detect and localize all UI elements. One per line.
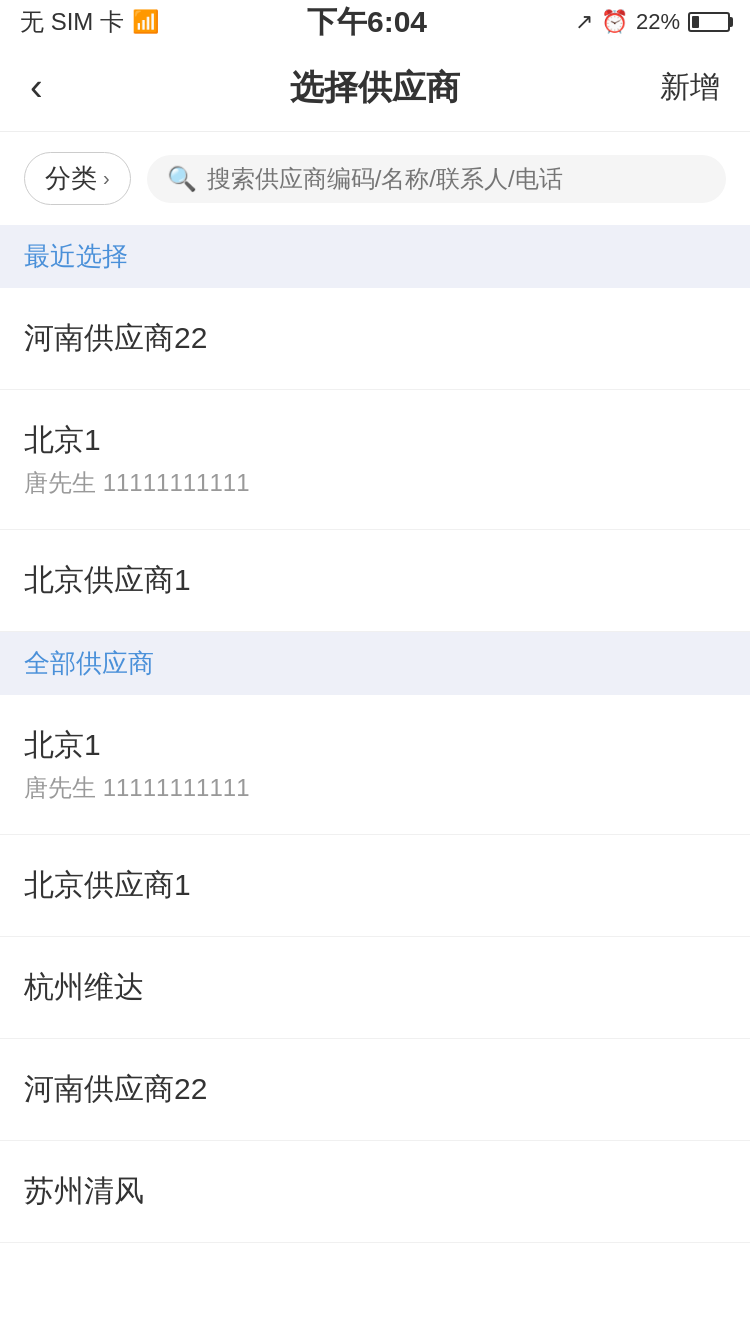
battery-icon <box>688 12 730 32</box>
all-section-header: 全部供应商 <box>0 632 750 695</box>
sim-text: 无 SIM 卡 <box>20 6 124 38</box>
item-name: 苏州清风 <box>24 1171 726 1212</box>
list-item[interactable]: 北京1 唐先生 11111111111 <box>0 390 750 530</box>
item-sub: 唐先生 11111111111 <box>24 772 726 804</box>
chevron-right-icon: › <box>103 167 110 190</box>
back-button[interactable]: ‹ <box>30 66 90 109</box>
battery-text: 22% <box>636 9 680 35</box>
list-item[interactable]: 苏州清风 <box>0 1141 750 1243</box>
recent-list: 河南供应商22 北京1 唐先生 11111111111 北京供应商1 <box>0 288 750 632</box>
item-sub: 唐先生 11111111111 <box>24 467 726 499</box>
item-name: 河南供应商22 <box>24 318 726 359</box>
recent-section-header: 最近选择 <box>0 225 750 288</box>
status-time: 下午6:04 <box>307 2 427 43</box>
category-button[interactable]: 分类 › <box>24 152 131 205</box>
filter-bar: 分类 › 🔍 <box>0 132 750 225</box>
category-label: 分类 <box>45 161 97 196</box>
item-name: 河南供应商22 <box>24 1069 726 1110</box>
search-icon: 🔍 <box>167 165 197 193</box>
status-right: ↗ ⏰ 22% <box>575 9 730 35</box>
nav-bar: ‹ 选择供应商 新增 <box>0 44 750 132</box>
status-bar: 无 SIM 卡 📶 下午6:04 ↗ ⏰ 22% <box>0 0 750 44</box>
all-list: 北京1 唐先生 11111111111 北京供应商1 杭州维达 河南供应商22 … <box>0 695 750 1243</box>
alarm-icon: ⏰ <box>601 9 628 35</box>
add-button[interactable]: 新增 <box>660 67 720 108</box>
list-item[interactable]: 河南供应商22 <box>0 1039 750 1141</box>
search-input[interactable] <box>207 165 706 193</box>
item-name: 北京1 <box>24 420 726 461</box>
list-item[interactable]: 北京供应商1 <box>0 530 750 632</box>
item-name: 北京1 <box>24 725 726 766</box>
search-box: 🔍 <box>147 155 726 203</box>
list-item[interactable]: 北京1 唐先生 11111111111 <box>0 695 750 835</box>
item-name: 北京供应商1 <box>24 560 726 601</box>
list-item[interactable]: 杭州维达 <box>0 937 750 1039</box>
wifi-icon: 📶 <box>132 9 159 35</box>
status-left: 无 SIM 卡 📶 <box>20 6 159 38</box>
location-icon: ↗ <box>575 9 593 35</box>
list-item[interactable]: 河南供应商22 <box>0 288 750 390</box>
page-title: 选择供应商 <box>290 65 460 111</box>
item-name: 杭州维达 <box>24 967 726 1008</box>
item-name: 北京供应商1 <box>24 865 726 906</box>
list-item[interactable]: 北京供应商1 <box>0 835 750 937</box>
